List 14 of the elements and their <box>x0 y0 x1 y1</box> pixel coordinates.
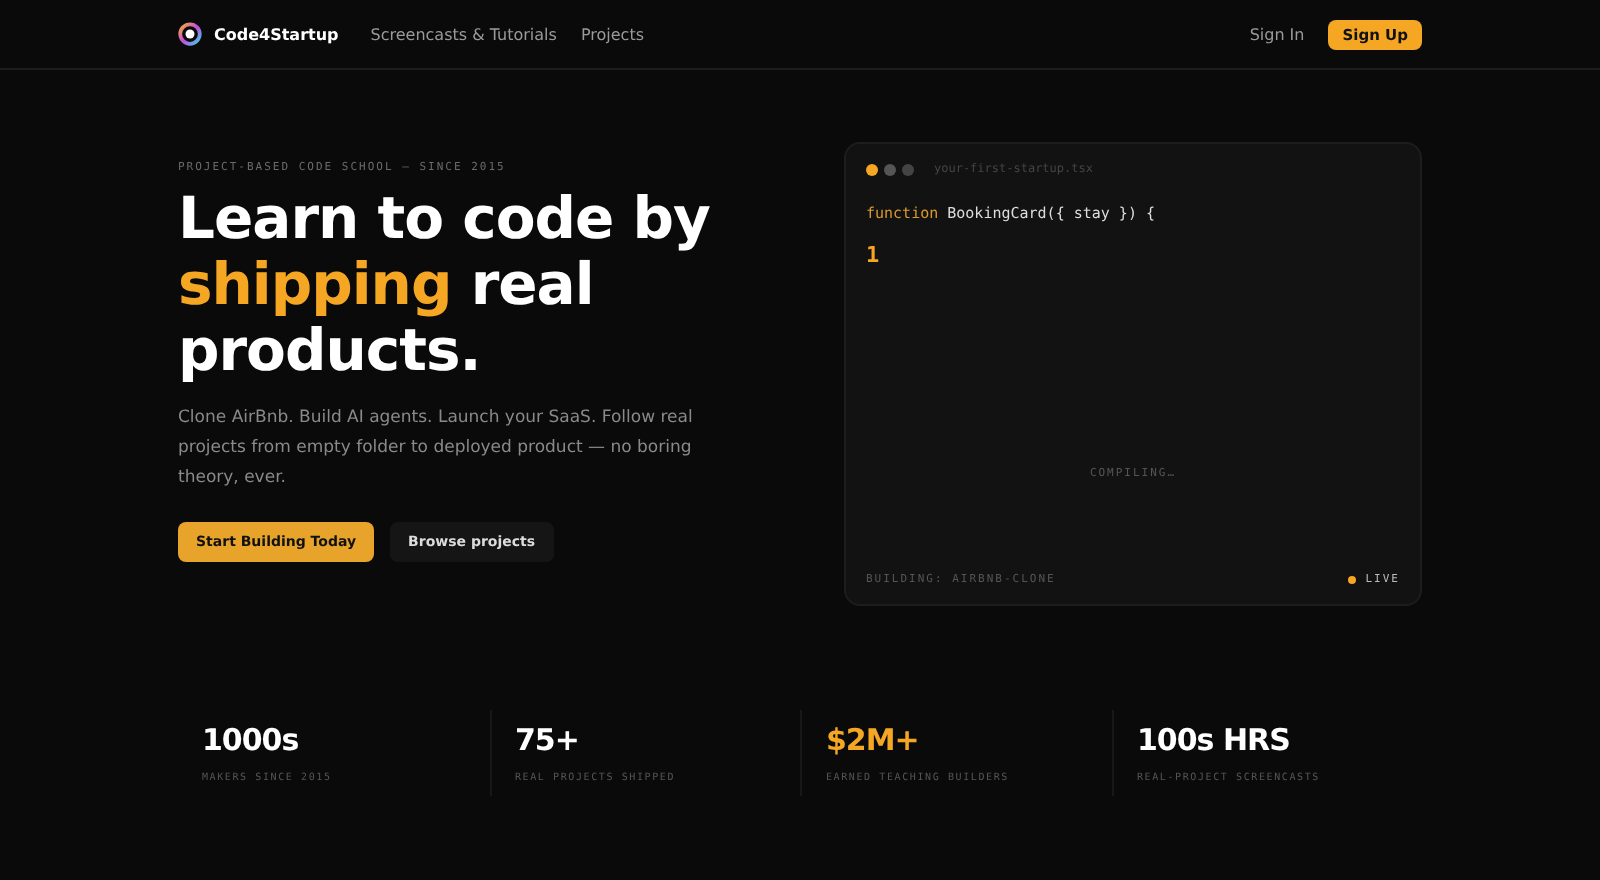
hero-description: Clone AirBnb. Build AI agents. Launch your SaaS. Follow real projects from empty folder to deployed product — no boring theory, ever. <box>178 406 695 492</box>
stat-value: $2M+ <box>826 722 921 758</box>
window-dots-icon <box>866 163 918 175</box>
nav-link[interactable]: Projects <box>580 25 644 43</box>
nav-link[interactable]: Screencasts & Tutorials <box>370 25 557 43</box>
stat-value: 1000s <box>202 722 301 758</box>
headline: Learn to code by shipping real products. <box>178 186 712 384</box>
stat-value: 100s HRS <box>1137 722 1292 758</box>
live-dot-icon <box>1347 576 1356 584</box>
sign-in-link[interactable]: Sign In <box>1249 25 1305 43</box>
cursor-text: 1 <box>866 242 880 268</box>
logo-icon <box>178 22 202 46</box>
brand-name[interactable]: Code4Startup <box>214 25 339 43</box>
stat-value: 75+ <box>515 722 581 758</box>
